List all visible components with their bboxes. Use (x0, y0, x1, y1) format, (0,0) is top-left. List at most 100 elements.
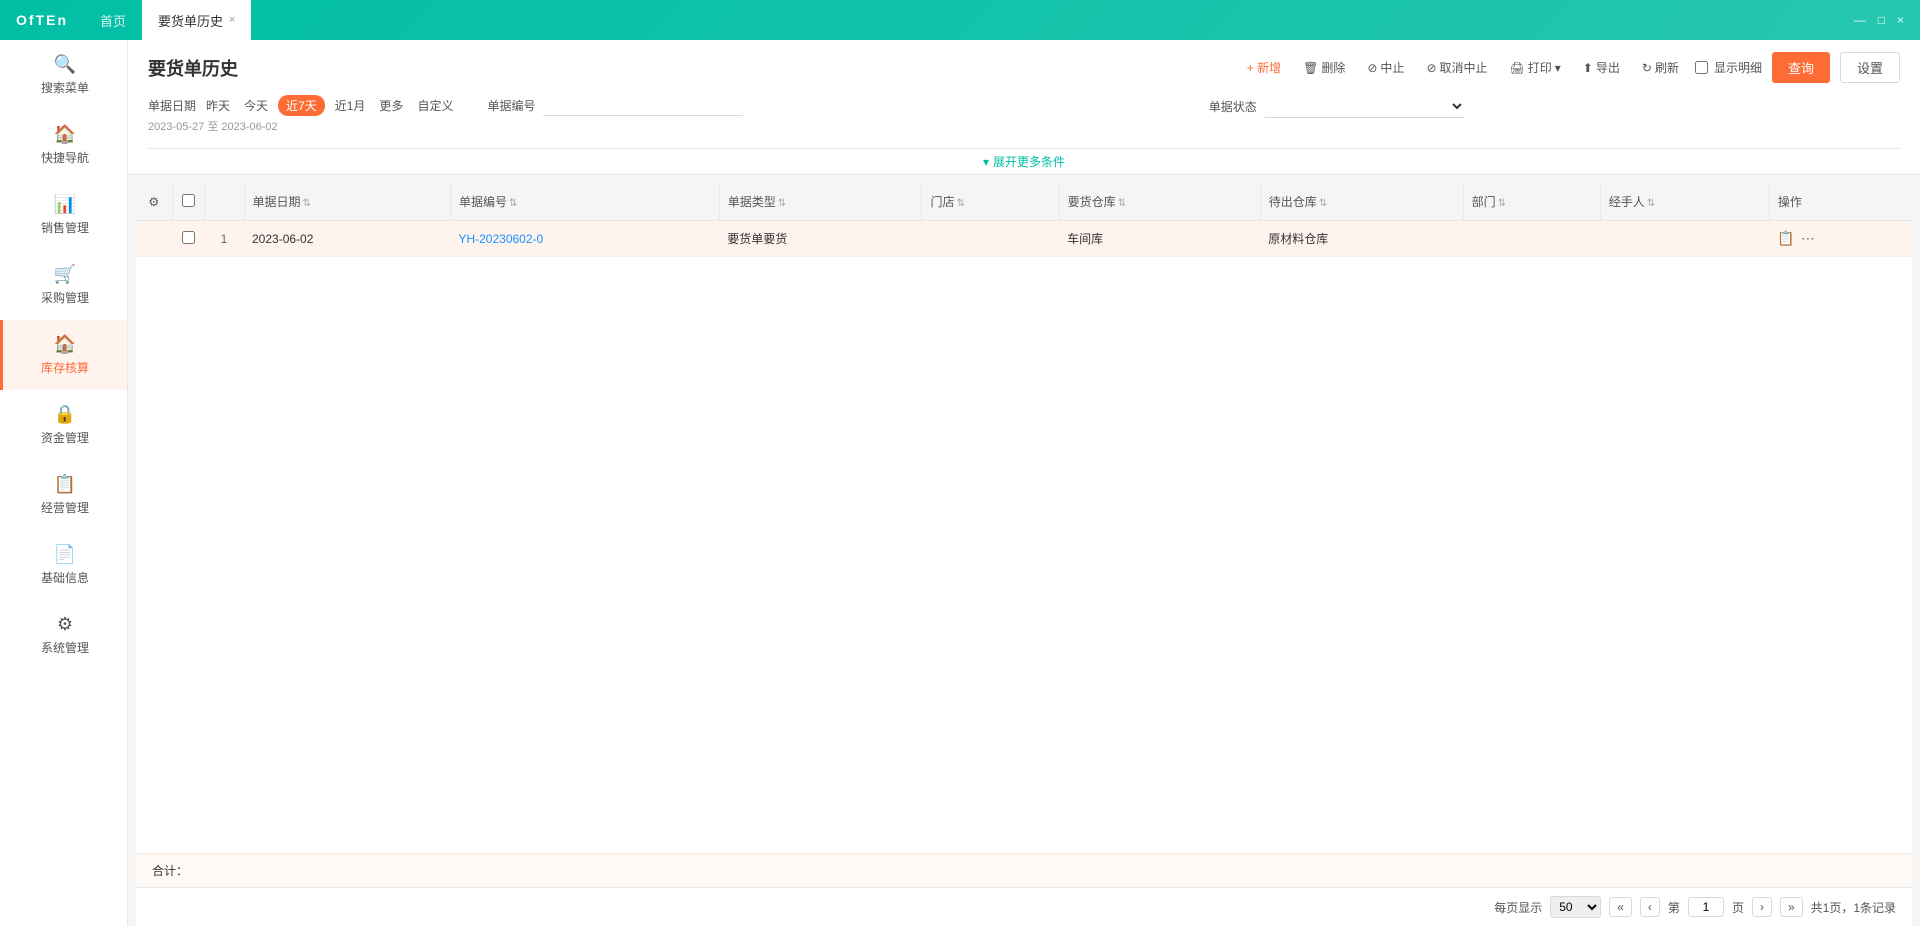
sidebar-item-finance[interactable]: 🔒 资金管理 (0, 390, 127, 460)
bill-no-link[interactable]: YH-20230602-0 (458, 232, 543, 246)
col-bill-type[interactable]: 单据类型⇅ (719, 183, 922, 221)
sort-pendwh-icon: ⇅ (1319, 198, 1327, 209)
page-title: 要货单历史 (148, 55, 238, 81)
col-department[interactable]: 部门⇅ (1463, 183, 1600, 221)
sidebar-item-sales[interactable]: 📊 销售管理 (0, 180, 127, 250)
row-num: 1 (204, 221, 244, 257)
delete-button[interactable]: 🗑 删除 (1297, 55, 1351, 80)
sidebar-label-search: 搜索菜单 (41, 79, 89, 96)
sort-store-icon: ⇅ (957, 198, 965, 209)
sidebar-label-inventory: 库存核算 (41, 359, 89, 376)
col-num (204, 183, 244, 221)
row-date: 2023-06-02 (244, 221, 450, 257)
col-settings[interactable]: ⚙ (136, 183, 172, 221)
page-unit: 页 (1732, 899, 1744, 916)
tab-home[interactable]: 首页 (84, 0, 142, 40)
col-bill-no[interactable]: 单据编号⇅ (450, 183, 719, 221)
sidebar-item-search[interactable]: 🔍 搜索菜单 (0, 40, 127, 110)
sidebar-item-basic[interactable]: 📄 基础信息 (0, 530, 127, 600)
bill-no-input[interactable] (543, 95, 743, 116)
total-info: 共1页，1条记录 (1811, 899, 1896, 916)
maximize-icon[interactable]: □ (1878, 13, 1885, 27)
sidebar-label-shortcut: 快捷导航 (41, 149, 89, 166)
operation-icon: 📋 (54, 474, 76, 495)
page-number-input[interactable] (1688, 897, 1724, 917)
col-req-warehouse[interactable]: 要货仓库⇅ (1059, 183, 1260, 221)
export-button[interactable]: ⬆ 导出 (1577, 55, 1626, 80)
stop-icon: ⊘ (1367, 61, 1377, 75)
date-btn-7days[interactable]: 近7天 (278, 95, 325, 116)
finance-icon: 🔒 (54, 404, 76, 425)
sidebar-item-system[interactable]: ⚙ 系统管理 (0, 600, 127, 670)
sidebar-item-inventory[interactable]: 🏠 库存核算 (0, 320, 127, 390)
next-page-button[interactable]: › (1752, 897, 1772, 917)
content-area: 要货单历史 + 新增 🗑 删除 ⊘ 中止 ⊘ 取消中止 (128, 40, 1920, 926)
date-btn-today[interactable]: 今天 (240, 95, 272, 116)
sidebar-item-purchase[interactable]: 🛒 采购管理 (0, 250, 127, 320)
date-filter-label: 单据日期 (148, 97, 196, 114)
cancel-stop-button[interactable]: ⊘ 取消中止 (1420, 55, 1493, 80)
col-date[interactable]: 单据日期⇅ (244, 183, 450, 221)
setting-button[interactable]: 设置 (1840, 52, 1900, 83)
page-title-row: 要货单历史 + 新增 🗑 删除 ⊘ 中止 ⊘ 取消中止 (148, 52, 1900, 83)
toolbar: + 新增 🗑 删除 ⊘ 中止 ⊘ 取消中止 🖨 打 (1241, 52, 1900, 83)
status-filter: 单据状态 (1209, 95, 1900, 118)
sidebar-label-purchase: 采购管理 (41, 289, 89, 306)
sidebar-label-finance: 资金管理 (41, 429, 89, 446)
inventory-icon: 🏠 (54, 334, 76, 355)
window-close-icon[interactable]: × (1897, 13, 1904, 27)
display-detail-checkbox[interactable] (1695, 61, 1708, 74)
tab-bar: 首页 要货单历史 × (84, 0, 1854, 40)
print-icon: 🖨 (1510, 61, 1525, 75)
date-btn-yesterday[interactable]: 昨天 (202, 95, 234, 116)
col-handler[interactable]: 经手人⇅ (1600, 183, 1769, 221)
refresh-button[interactable]: ↻ 刷新 (1636, 55, 1685, 80)
sort-billno-icon: ⇅ (509, 198, 517, 209)
table-row: 1 2023-06-02 YH-20230602-0 要货单要货 车间库 原材料… (136, 221, 1912, 257)
bill-no-filter: 单据编号 (487, 95, 1178, 116)
col-store[interactable]: 门店⇅ (922, 183, 1059, 221)
select-all-checkbox[interactable] (182, 194, 195, 207)
sales-icon: 📊 (54, 194, 76, 215)
page-size-select[interactable]: 20 50 100 (1550, 896, 1601, 918)
query-button[interactable]: 查询 (1772, 52, 1830, 83)
sidebar-label-operation: 经营管理 (41, 499, 89, 516)
sidebar-item-shortcut[interactable]: 🏠 快捷导航 (0, 110, 127, 180)
print-dropdown-icon: ▾ (1555, 61, 1561, 75)
prev-page-button[interactable]: ‹ (1640, 897, 1660, 917)
row-pending-warehouse: 原材料仓库 (1260, 221, 1463, 257)
col-pending-warehouse[interactable]: 待出仓库⇅ (1260, 183, 1463, 221)
row-edit-icon[interactable]: 📋 (1777, 230, 1794, 247)
table-header-row: ⚙ 单据日期⇅ 单据编号⇅ 单据类型⇅ 门店⇅ 要货仓库⇅ 待出仓库⇅ 部门⇅ (136, 183, 1912, 221)
system-icon: ⚙ (57, 614, 73, 635)
top-bar: OfTEn 首页 要货单历史 × — □ × (0, 0, 1920, 40)
date-btn-custom[interactable]: 自定义 (413, 95, 457, 116)
display-detail-toggle[interactable]: 显示明细 (1695, 59, 1762, 76)
date-btn-more[interactable]: 更多 (375, 95, 407, 116)
row-select-checkbox[interactable] (182, 231, 195, 244)
sort-billtype-icon: ⇅ (778, 198, 786, 209)
cancel-stop-icon: ⊘ (1426, 61, 1436, 75)
row-more-icon[interactable]: ⋯ (1801, 230, 1815, 247)
table-wrap: ⚙ 单据日期⇅ 单据编号⇅ 单据类型⇅ 门店⇅ 要货仓库⇅ 待出仓库⇅ 部门⇅ (136, 183, 1912, 887)
print-button[interactable]: 🖨 打印 ▾ (1504, 55, 1567, 80)
new-button[interactable]: + 新增 (1241, 55, 1287, 80)
date-btn-1month[interactable]: 近1月 (331, 95, 370, 116)
col-actions: 操作 (1769, 183, 1912, 221)
first-page-button[interactable]: « (1609, 897, 1632, 917)
last-page-button[interactable]: » (1780, 897, 1803, 917)
status-select[interactable] (1265, 95, 1465, 118)
row-bill-no: YH-20230602-0 (450, 221, 719, 257)
stop-button[interactable]: ⊘ 中止 (1361, 55, 1410, 80)
close-tab-icon[interactable]: × (229, 14, 235, 26)
minimize-icon[interactable]: — (1854, 13, 1866, 27)
sort-handler-icon: ⇅ (1647, 198, 1655, 209)
tab-active[interactable]: 要货单历史 × (142, 0, 251, 40)
sidebar-item-operation[interactable]: 📋 经营管理 (0, 460, 127, 530)
purchase-icon: 🛒 (54, 264, 76, 285)
page-size-label: 每页显示 (1494, 899, 1542, 916)
page-label: 第 (1668, 899, 1680, 916)
expand-more-button[interactable]: ▾ 展开更多条件 (148, 149, 1900, 174)
col-checkbox (172, 183, 204, 221)
row-req-warehouse: 车间库 (1059, 221, 1260, 257)
